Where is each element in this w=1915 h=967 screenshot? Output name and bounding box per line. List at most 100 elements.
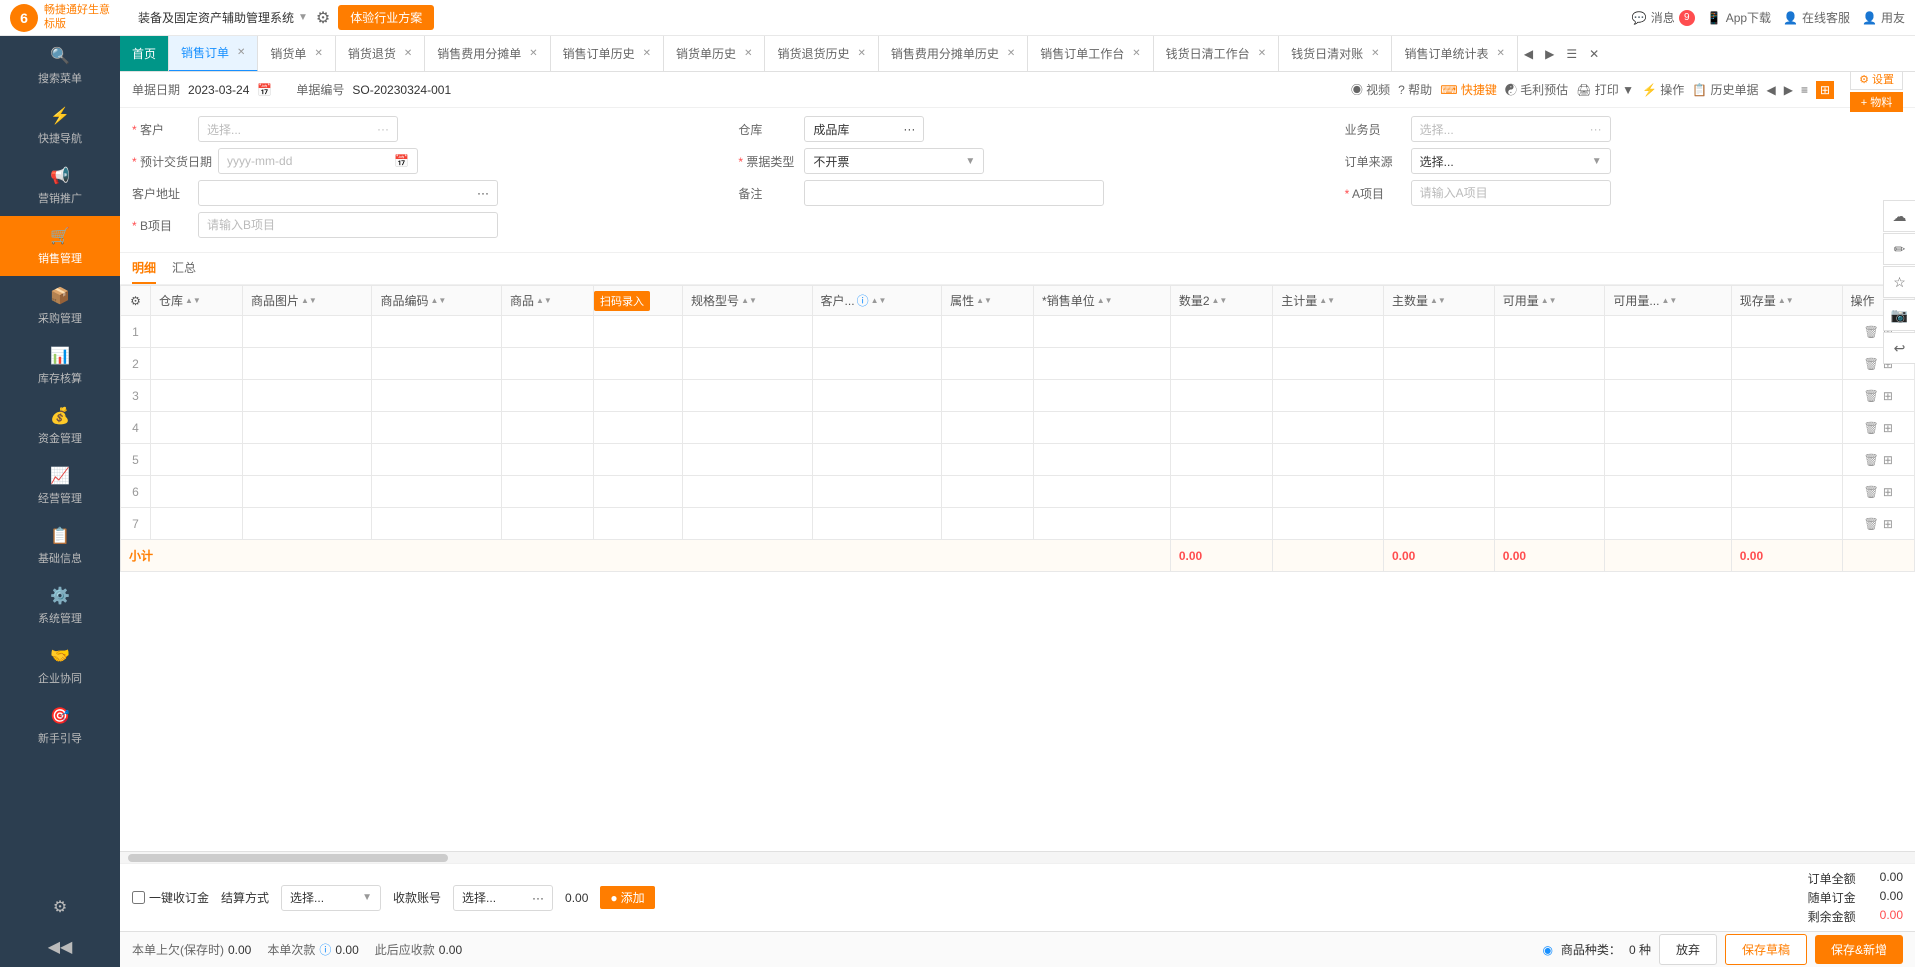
row6-copy-icon[interactable]: ⊞ — [1883, 485, 1893, 499]
row4-attribute[interactable] — [942, 412, 1034, 444]
row7-product[interactable] — [501, 508, 593, 540]
row4-main-unit[interactable] — [1273, 412, 1384, 444]
row7-current-stock[interactable] — [1731, 508, 1842, 540]
row6-product[interactable] — [501, 476, 593, 508]
row1-available-more[interactable] — [1605, 316, 1731, 348]
row3-available[interactable] — [1494, 380, 1605, 412]
row3-product-code[interactable] — [372, 380, 502, 412]
row7-available-more[interactable] — [1605, 508, 1731, 540]
col-main-unit[interactable]: 主计量▲▼ — [1273, 286, 1384, 316]
scan-btn[interactable]: 扫码录入 — [594, 291, 650, 311]
account-more-icon[interactable]: ··· — [532, 891, 544, 905]
right-btn-edit[interactable]: ✏ — [1883, 233, 1915, 265]
row4-customer[interactable] — [812, 412, 942, 444]
tab-daily-clear-workbench-close-icon[interactable]: ✕ — [1258, 48, 1266, 59]
row5-copy-icon[interactable]: ⊞ — [1883, 453, 1893, 467]
row2-main-unit[interactable] — [1273, 348, 1384, 380]
tab-sales-slip-history[interactable]: 销货单历史 ✕ — [664, 36, 765, 72]
row2-warehouse[interactable] — [151, 348, 243, 380]
sidebar-item-marketing[interactable]: 📢 营销推广 — [0, 156, 120, 216]
customer-more-icon[interactable]: ··· — [377, 122, 389, 136]
row3-warehouse[interactable] — [151, 380, 243, 412]
industry-btn[interactable]: 体验行业方案 — [338, 5, 434, 30]
tab-expense-split-history[interactable]: 销售费用分摊单历史 ✕ — [879, 36, 1028, 72]
row6-available[interactable] — [1494, 476, 1605, 508]
row2-available[interactable] — [1494, 348, 1605, 380]
one-click-checkbox[interactable] — [132, 891, 145, 904]
right-btn-cloud[interactable]: ☁ — [1883, 200, 1915, 232]
tab-prev-btn[interactable]: ◀ — [1518, 36, 1539, 72]
right-btn-back[interactable]: ↩ — [1883, 332, 1915, 364]
row2-main-qty[interactable] — [1383, 348, 1494, 380]
row7-product-code[interactable] — [372, 508, 502, 540]
row4-available-more[interactable] — [1605, 412, 1731, 444]
right-btn-camera[interactable]: 📷 — [1883, 299, 1915, 331]
row1-main-unit[interactable] — [1273, 316, 1384, 348]
row5-sales-unit[interactable] — [1034, 444, 1171, 476]
video-btn[interactable]: ◉ 视频 — [1351, 81, 1390, 98]
save-new-btn[interactable]: 保存&新增 — [1815, 935, 1903, 964]
row3-sales-unit[interactable] — [1034, 380, 1171, 412]
row7-product-img[interactable] — [242, 508, 372, 540]
next-record-icon[interactable]: ▶ — [1784, 83, 1793, 97]
row1-scan[interactable] — [593, 316, 682, 348]
col-spec[interactable]: 规格型号▲▼ — [683, 286, 813, 316]
row5-current-stock[interactable] — [1731, 444, 1842, 476]
profit-estimate-btn[interactable]: ☯ 毛利预估 — [1505, 81, 1568, 98]
row4-scan[interactable] — [593, 412, 682, 444]
row2-product-code[interactable] — [372, 348, 502, 380]
add-payment-btn[interactable]: ● 添加 — [600, 886, 654, 909]
save-draft-btn[interactable]: 保存草稿 — [1725, 934, 1807, 965]
tab-expense-split-history-close-icon[interactable]: ✕ — [1007, 48, 1015, 59]
row3-spec[interactable] — [683, 380, 813, 412]
row3-delete-icon[interactable]: 🗑 — [1864, 389, 1879, 403]
row6-warehouse[interactable] — [151, 476, 243, 508]
delivery-date-input[interactable]: yyyy-mm-dd 📅 — [218, 148, 418, 174]
sidebar-item-collab[interactable]: 🤝 企业协同 — [0, 636, 120, 696]
row3-attribute[interactable] — [942, 380, 1034, 412]
a-project-input[interactable]: 请输入A项目 — [1411, 180, 1611, 206]
row5-warehouse[interactable] — [151, 444, 243, 476]
row7-customer[interactable] — [812, 508, 942, 540]
row2-product-img[interactable] — [242, 348, 372, 380]
row4-copy-icon[interactable]: ⊞ — [1883, 421, 1893, 435]
row2-sales-unit[interactable] — [1034, 348, 1171, 380]
payment-method-select[interactable]: 选择... ▼ — [281, 885, 381, 911]
col-product[interactable]: 商品▲▼ — [501, 286, 593, 316]
row5-available-more[interactable] — [1605, 444, 1731, 476]
tab-next-btn[interactable]: ▶ — [1539, 36, 1560, 72]
salesperson-more-icon[interactable]: ··· — [1590, 122, 1602, 136]
row1-customer[interactable] — [812, 316, 942, 348]
row4-spec[interactable] — [683, 412, 813, 444]
print-btn[interactable]: 🖨 打印 ▼ — [1576, 81, 1634, 98]
row5-qty2[interactable] — [1170, 444, 1272, 476]
row1-delete-icon[interactable]: 🗑 — [1864, 325, 1879, 339]
tab-order-workbench[interactable]: 销售订单工作台 ✕ — [1028, 36, 1153, 72]
row5-attribute[interactable] — [942, 444, 1034, 476]
row6-delete-icon[interactable]: 🗑 — [1864, 485, 1879, 499]
row1-spec[interactable] — [683, 316, 813, 348]
row3-available-more[interactable] — [1605, 380, 1731, 412]
row1-warehouse[interactable] — [151, 316, 243, 348]
col-current-stock[interactable]: 现存量▲▼ — [1731, 286, 1842, 316]
row6-product-img[interactable] — [242, 476, 372, 508]
row6-current-stock[interactable] — [1731, 476, 1842, 508]
tab-sales-stats[interactable]: 销售订单统计表 ✕ — [1392, 36, 1517, 72]
tab-sales-return-history[interactable]: 销货退货历史 ✕ — [765, 36, 878, 72]
sidebar-item-collapse[interactable]: ◀◀ — [0, 927, 120, 967]
sidebar-item-sales[interactable]: 🛒 销售管理 — [0, 216, 120, 276]
system-title-dropdown-icon[interactable]: ▼ — [298, 12, 308, 23]
warehouse-input[interactable]: 成品库 ··· — [804, 116, 924, 142]
col-main-qty[interactable]: 主数量▲▼ — [1383, 286, 1494, 316]
row3-product[interactable] — [501, 380, 593, 412]
sidebar-item-basics[interactable]: 📋 基础信息 — [0, 516, 120, 576]
row5-main-qty[interactable] — [1383, 444, 1494, 476]
remarks-input[interactable] — [804, 180, 1104, 206]
row2-attribute[interactable] — [942, 348, 1034, 380]
row2-qty2[interactable] — [1170, 348, 1272, 380]
row5-spec[interactable] — [683, 444, 813, 476]
message-btn[interactable]: 💬 消息 9 — [1632, 9, 1695, 26]
col-customer-more[interactable]: 客户...ⓘ▲▼ — [812, 286, 942, 316]
col-sales-unit[interactable]: *销售单位▲▼ — [1034, 286, 1171, 316]
row6-product-code[interactable] — [372, 476, 502, 508]
